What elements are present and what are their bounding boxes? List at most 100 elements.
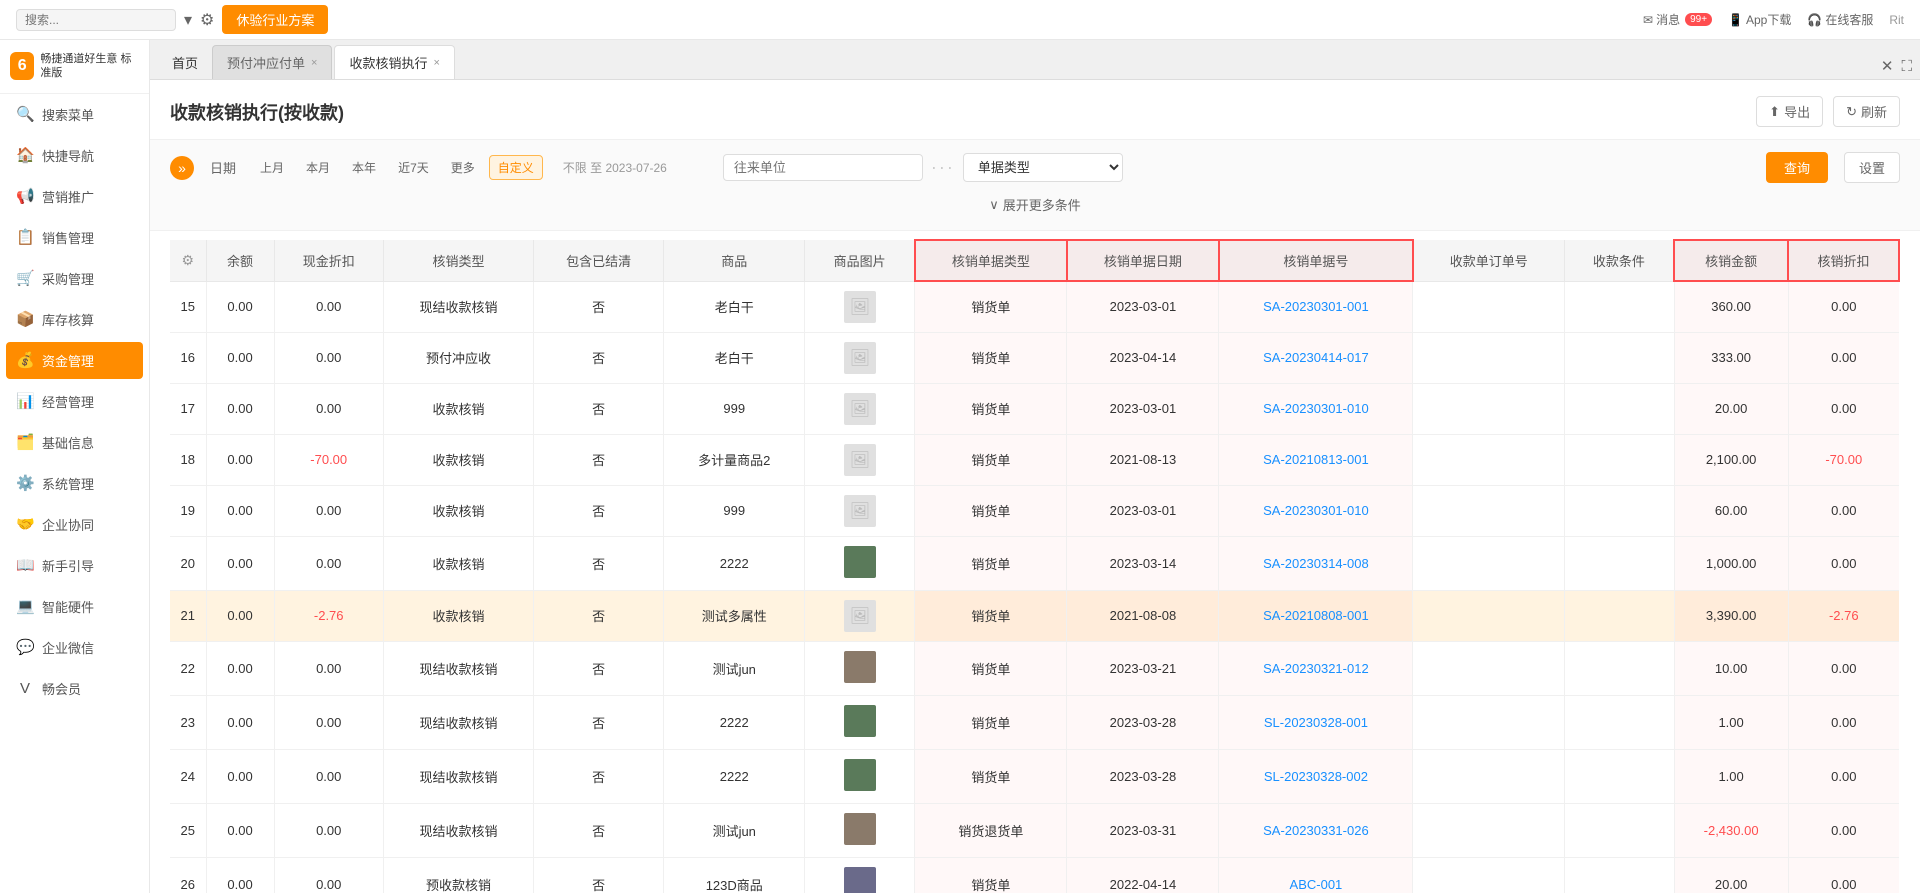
row-balance: 0.00 bbox=[206, 536, 274, 590]
messages-btn[interactable]: ✉ 消息 99+ bbox=[1643, 11, 1712, 28]
sidebar-item-guide[interactable]: 📖 新手引导 bbox=[0, 545, 149, 586]
date-label: 日期 bbox=[210, 158, 236, 177]
row-goods-img: 🖼 bbox=[805, 383, 915, 434]
row-settled: 否 bbox=[534, 536, 664, 590]
sidebar-item-operation[interactable]: 📊 经营管理 bbox=[0, 381, 149, 422]
row-goods-img bbox=[805, 803, 915, 857]
doc-no-link[interactable]: SA-20230331-026 bbox=[1263, 823, 1369, 838]
collab-icon: 🤝 bbox=[16, 515, 34, 533]
expand-window-icon[interactable]: ⛶ bbox=[1901, 58, 1912, 75]
last-month-btn[interactable]: 上月 bbox=[252, 156, 292, 179]
column-settings-icon[interactable]: ⚙ bbox=[181, 252, 194, 268]
doc-no-link[interactable]: SA-20230301-001 bbox=[1263, 299, 1369, 314]
row-doc-no: SA-20230331-026 bbox=[1219, 803, 1413, 857]
industry-btn[interactable]: 休验行业方案 bbox=[222, 5, 328, 34]
row-order-no bbox=[1413, 749, 1564, 803]
row-no: 25 bbox=[170, 803, 206, 857]
close-window-icon[interactable]: ✕ bbox=[1881, 57, 1894, 75]
sidebar-item-nav[interactable]: 🏠 快捷导航 bbox=[0, 135, 149, 176]
sidebar-item-purchase[interactable]: 🛒 采购管理 bbox=[0, 258, 149, 299]
table-row: 25 0.00 0.00 现结收款核销 否 测试jun 销货退货单 2023-0… bbox=[170, 803, 1899, 857]
doc-no-link[interactable]: SA-20210808-001 bbox=[1263, 608, 1369, 623]
doc-no-link[interactable]: ABC-001 bbox=[1290, 877, 1343, 892]
date-range: 不限 至 2023-07-26 bbox=[563, 159, 667, 176]
doc-no-link[interactable]: SA-20230321-012 bbox=[1263, 661, 1369, 676]
row-amount: 1,000.00 bbox=[1674, 536, 1788, 590]
sidebar-item-basic[interactable]: 🗂️ 基础信息 bbox=[0, 422, 149, 463]
sidebar-item-marketing[interactable]: 📢 营销推广 bbox=[0, 176, 149, 217]
tab-prepay[interactable]: 预付冲应付单 × bbox=[212, 45, 332, 79]
sidebar-item-inventory[interactable]: 📦 库存核算 bbox=[0, 299, 149, 340]
guide-icon: 📖 bbox=[16, 556, 34, 574]
row-no: 21 bbox=[170, 590, 206, 641]
sidebar-item-member[interactable]: V 畅会员 bbox=[0, 668, 149, 709]
product-image: 🖼 bbox=[844, 393, 876, 425]
row-doc-no: SA-20230301-001 bbox=[1219, 281, 1413, 332]
col-doc-date: 核销单据日期 bbox=[1067, 240, 1219, 281]
tab-current[interactable]: 收款核销执行 × bbox=[334, 45, 454, 79]
row-discount: 0.00 bbox=[1788, 536, 1899, 590]
sidebar-item-search[interactable]: 🔍 搜索菜单 bbox=[0, 94, 149, 135]
sidebar-item-label: 销售管理 bbox=[42, 228, 94, 247]
doc-no-link[interactable]: SL-20230328-002 bbox=[1264, 769, 1368, 784]
row-cash-discount: -70.00 bbox=[274, 434, 383, 485]
partner-input[interactable] bbox=[723, 154, 923, 181]
app-download-btn[interactable]: 📱 App下载 bbox=[1728, 11, 1791, 28]
sidebar-item-system[interactable]: ⚙️ 系统管理 bbox=[0, 463, 149, 504]
row-balance: 0.00 bbox=[206, 749, 274, 803]
doc-no-link[interactable]: SA-20230301-010 bbox=[1263, 401, 1369, 416]
sidebar-item-hardware[interactable]: 💻 智能硬件 bbox=[0, 586, 149, 627]
tab-home[interactable]: 首页 bbox=[158, 46, 212, 79]
doc-type-select[interactable]: 单据类型 bbox=[963, 153, 1123, 182]
product-image: 🖼 bbox=[844, 600, 876, 632]
user-name: Rit bbox=[1889, 13, 1904, 27]
megaphone-icon: 📢 bbox=[16, 187, 34, 205]
filter-expand-btn[interactable]: » bbox=[170, 156, 194, 180]
doc-no-link[interactable]: SA-20210813-001 bbox=[1263, 452, 1369, 467]
sidebar-item-label: 库存核算 bbox=[42, 310, 94, 329]
gear-icon[interactable]: ⚙ bbox=[200, 10, 214, 30]
table-row: 18 0.00 -70.00 收款核销 否 多计量商品2 🖼 销货单 2021-… bbox=[170, 434, 1899, 485]
online-service-btn[interactable]: 🎧 在线客服 bbox=[1807, 11, 1873, 28]
row-type: 现结收款核销 bbox=[383, 641, 533, 695]
row-cash-discount: 0.00 bbox=[274, 749, 383, 803]
sidebar-item-label: 经营管理 bbox=[42, 392, 94, 411]
more-btn[interactable]: 更多 bbox=[443, 156, 483, 179]
row-pay-cond bbox=[1564, 383, 1674, 434]
row-type: 收款核销 bbox=[383, 536, 533, 590]
hardware-icon: 💻 bbox=[16, 597, 34, 615]
row-goods-img bbox=[805, 536, 915, 590]
col-balance: 余额 bbox=[206, 240, 274, 281]
message-badge: 99+ bbox=[1685, 13, 1712, 26]
row-no: 22 bbox=[170, 641, 206, 695]
logo-icon: 6 bbox=[10, 52, 34, 80]
doc-no-link[interactable]: SA-20230301-010 bbox=[1263, 503, 1369, 518]
tab-prepay-close[interactable]: × bbox=[311, 57, 317, 69]
query-btn[interactable]: 查询 bbox=[1766, 152, 1828, 183]
row-order-no bbox=[1413, 332, 1564, 383]
sidebar-item-label: 企业微信 bbox=[42, 638, 94, 657]
sidebar-item-label: 营销推广 bbox=[42, 187, 94, 206]
custom-btn[interactable]: 自定义 bbox=[489, 155, 543, 180]
row-goods-img bbox=[805, 641, 915, 695]
sidebar-item-sales[interactable]: 📋 销售管理 bbox=[0, 217, 149, 258]
expand-more-btn[interactable]: ∨ 展开更多条件 bbox=[170, 191, 1900, 218]
chevron-down-icon[interactable]: ▾ bbox=[184, 10, 192, 30]
settings-btn[interactable]: 设置 bbox=[1844, 152, 1900, 183]
doc-no-link[interactable]: SA-20230414-017 bbox=[1263, 350, 1369, 365]
doc-no-link[interactable]: SA-20230314-008 bbox=[1263, 556, 1369, 571]
row-doc-type: 销货单 bbox=[915, 641, 1067, 695]
tab-current-close[interactable]: × bbox=[433, 57, 439, 69]
sidebar-item-collab[interactable]: 🤝 企业协同 bbox=[0, 504, 149, 545]
search-input[interactable] bbox=[16, 9, 176, 31]
refresh-btn[interactable]: ↻ 刷新 bbox=[1833, 96, 1900, 127]
doc-no-link[interactable]: SL-20230328-001 bbox=[1264, 715, 1368, 730]
this-month-btn[interactable]: 本月 bbox=[298, 156, 338, 179]
expand-icon: ∨ bbox=[989, 197, 999, 213]
this-year-btn[interactable]: 本年 bbox=[344, 156, 384, 179]
content-area: 首页 预付冲应付单 × 收款核销执行 × ✕ ⛶ 收款核销执行(按收款) ⬆ bbox=[150, 40, 1920, 893]
last-7-btn[interactable]: 近7天 bbox=[390, 156, 437, 179]
export-btn[interactable]: ⬆ 导出 bbox=[1756, 96, 1823, 127]
sidebar-item-wechat[interactable]: 💬 企业微信 bbox=[0, 627, 149, 668]
sidebar-item-finance[interactable]: 💰 资金管理 bbox=[6, 342, 143, 379]
